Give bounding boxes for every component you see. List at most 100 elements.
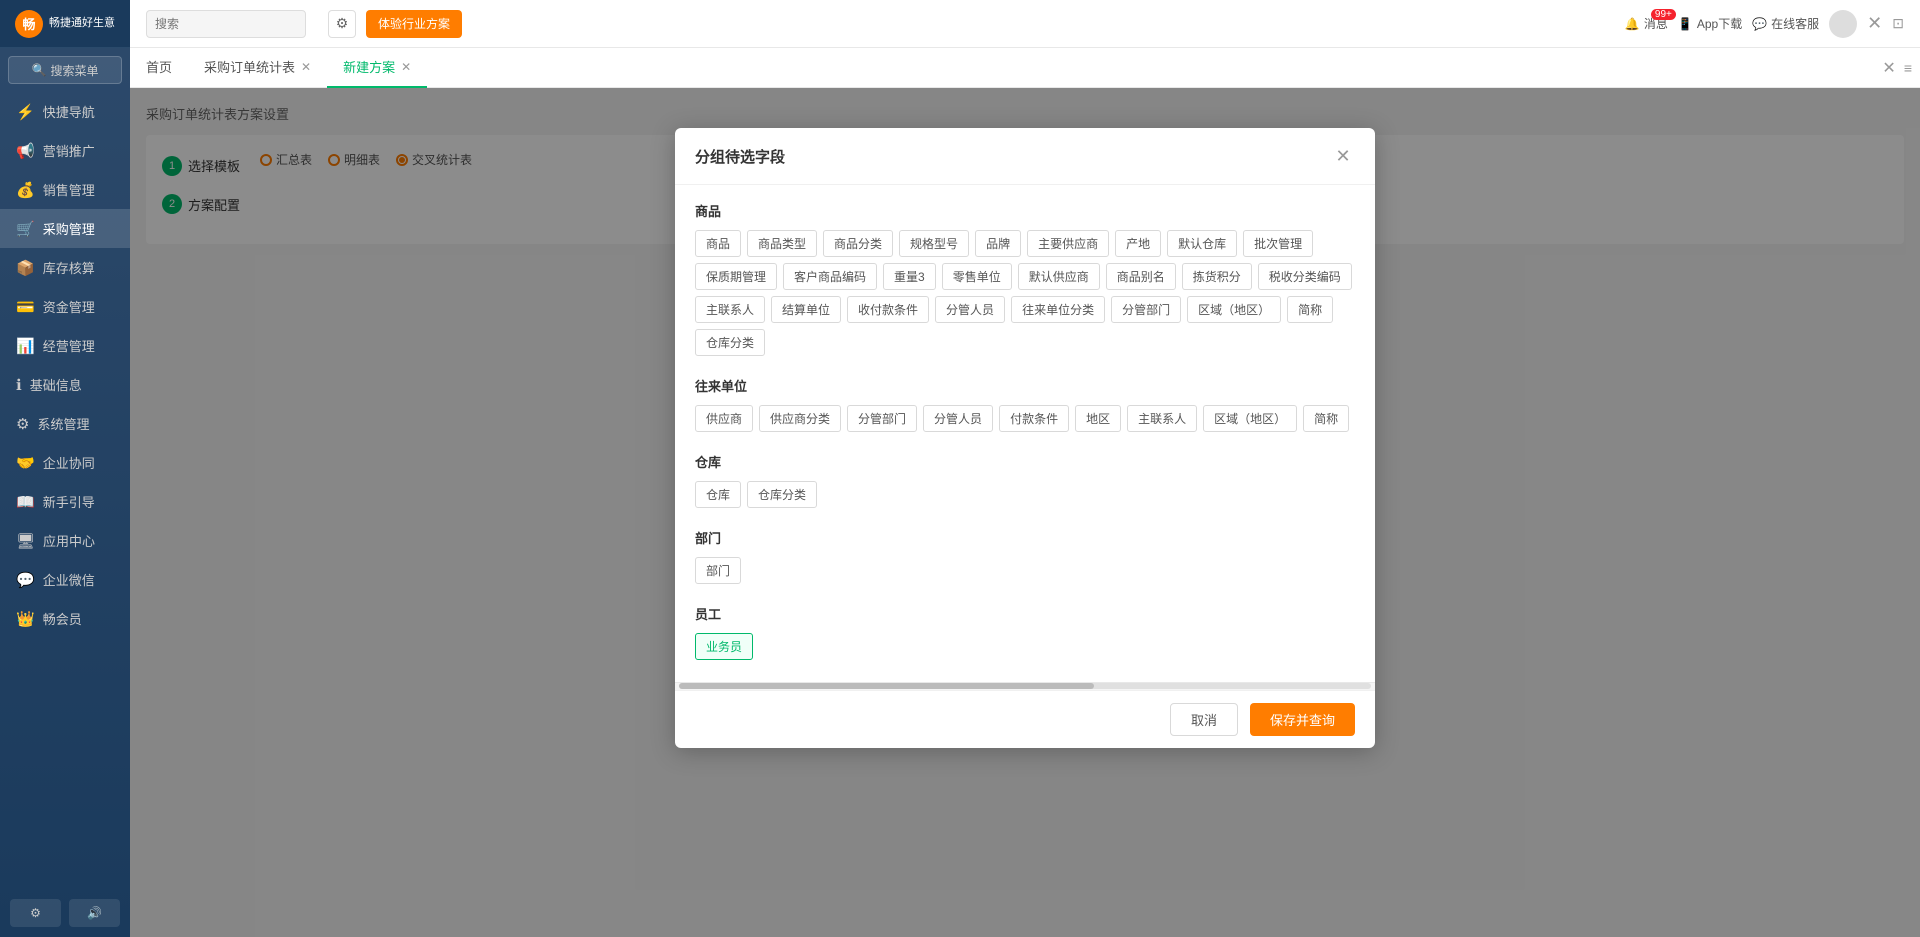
field-tag[interactable]: 供应商分类	[759, 405, 841, 432]
window-close-button[interactable]: ✕	[1867, 13, 1882, 34]
field-tag[interactable]: 主联系人	[695, 296, 765, 323]
sidebar-audio-button[interactable]: 🔊	[69, 899, 120, 927]
section-product: 商品 商品 商品类型 商品分类 规格型号 品牌 主要供应商 产地 默认仓库 批次…	[695, 201, 1355, 356]
wechat-icon: 💬	[16, 571, 35, 589]
field-tag[interactable]: 仓库分类	[747, 481, 817, 508]
tab-purchase-stats-close[interactable]: ✕	[301, 60, 311, 74]
app-center-icon: 🖥	[16, 532, 35, 550]
trial-plan-button[interactable]: 体验行业方案	[366, 10, 462, 38]
field-tag[interactable]: 客户商品编码	[783, 263, 877, 290]
sidebar: 畅 畅捷通好生意 🔍 搜索菜单 ⚡ 快捷导航 📢 营销推广 💰 销售管理 🛒 采…	[0, 0, 130, 937]
field-tag[interactable]: 品牌	[975, 230, 1021, 257]
field-tag[interactable]: 收付款条件	[847, 296, 929, 323]
field-tag[interactable]: 仓库分类	[695, 329, 765, 356]
tab-new-plan[interactable]: 新建方案 ✕	[327, 48, 427, 88]
notification-area[interactable]: 🔔 消息 99+	[1625, 15, 1668, 32]
field-tag[interactable]: 批次管理	[1243, 230, 1313, 257]
section-partner: 往来单位 供应商 供应商分类 分管部门 分管人员 付款条件 地区 主联系人 区域…	[695, 376, 1355, 432]
sidebar-item-guide[interactable]: 📖 新手引导	[0, 482, 130, 521]
sidebar-item-system[interactable]: ⚙ 系统管理	[0, 404, 130, 443]
field-tag[interactable]: 规格型号	[899, 230, 969, 257]
field-tag[interactable]: 重量3	[883, 263, 936, 290]
field-tag[interactable]: 部门	[695, 557, 741, 584]
sidebar-search-label: 搜索菜单	[50, 62, 98, 79]
modal-close-button[interactable]: ✕	[1331, 144, 1355, 168]
field-tag[interactable]: 往来单位分类	[1011, 296, 1105, 323]
online-service-label: 在线客服	[1771, 15, 1819, 32]
app-download-area[interactable]: 📱 App下载	[1678, 15, 1742, 32]
sidebar-item-label: 销售管理	[43, 180, 95, 199]
sidebar-item-marketing[interactable]: 📢 营销推广	[0, 131, 130, 170]
tab-purchase-stats[interactable]: 采购订单统计表 ✕	[188, 48, 327, 88]
sidebar-item-app-center[interactable]: 🖥 应用中心	[0, 521, 130, 560]
sidebar-item-collaboration[interactable]: 🤝 企业协同	[0, 443, 130, 482]
tab-bar: 首页 采购订单统计表 ✕ 新建方案 ✕ ✕ ≡	[130, 48, 1920, 88]
field-tag[interactable]: 默认供应商	[1018, 263, 1100, 290]
field-tag[interactable]: 保质期管理	[695, 263, 777, 290]
gear-icon: ⚙	[336, 15, 349, 32]
sidebar-item-quick-nav[interactable]: ⚡ 快捷导航	[0, 92, 130, 131]
online-service-area[interactable]: 💬 在线客服	[1752, 15, 1819, 32]
sidebar-item-sales[interactable]: 💰 销售管理	[0, 170, 130, 209]
bell-icon: 🔔	[1625, 17, 1640, 31]
sidebar-item-finance[interactable]: 💳 资金管理	[0, 287, 130, 326]
field-tag[interactable]: 区域（地区）	[1187, 296, 1281, 323]
guide-icon: 📖	[16, 493, 35, 511]
top-header: ⚙ 体验行业方案 🔔 消息 99+ 📱 App下载 💬 在线客服 ✕ ⊡	[130, 0, 1920, 48]
scrollbar-track	[679, 683, 1371, 689]
sidebar-item-basic-info[interactable]: ℹ 基础信息	[0, 365, 130, 404]
cancel-button[interactable]: 取消	[1170, 703, 1238, 736]
settings-gear-button[interactable]: ⚙	[328, 10, 356, 38]
tab-menu-button[interactable]: ≡	[1904, 60, 1912, 76]
sidebar-item-inventory[interactable]: 📦 库存核算	[0, 248, 130, 287]
field-tag[interactable]: 简称	[1303, 405, 1349, 432]
sidebar-item-business[interactable]: 📊 经营管理	[0, 326, 130, 365]
field-tag[interactable]: 仓库	[695, 481, 741, 508]
field-tag[interactable]: 税收分类编码	[1258, 263, 1352, 290]
field-tag[interactable]: 默认仓库	[1167, 230, 1237, 257]
field-tag[interactable]: 商品分类	[823, 230, 893, 257]
field-tag[interactable]: 商品	[695, 230, 741, 257]
sidebar-item-purchase[interactable]: 🛒 采购管理	[0, 209, 130, 248]
user-avatar[interactable]	[1829, 10, 1857, 38]
modal-title: 分组待选字段	[695, 146, 785, 167]
purchase-icon: 🛒	[16, 220, 35, 238]
field-tag[interactable]: 主联系人	[1127, 405, 1197, 432]
field-tag[interactable]: 主要供应商	[1027, 230, 1109, 257]
sidebar-item-label: 快捷导航	[43, 102, 95, 121]
field-tag[interactable]: 供应商	[695, 405, 753, 432]
sidebar-item-member[interactable]: 👑 畅会员	[0, 599, 130, 638]
field-tag[interactable]: 区域（地区）	[1203, 405, 1297, 432]
field-tag[interactable]: 分管部门	[1111, 296, 1181, 323]
modal-body[interactable]: 商品 商品 商品类型 商品分类 规格型号 品牌 主要供应商 产地 默认仓库 批次…	[675, 185, 1375, 682]
sidebar-search-button[interactable]: 🔍 搜索菜单	[8, 56, 122, 84]
save-query-button[interactable]: 保存并查询	[1250, 703, 1355, 736]
field-tag[interactable]: 分管人员	[923, 405, 993, 432]
sidebar-item-wechat[interactable]: 💬 企业微信	[0, 560, 130, 599]
field-tag[interactable]: 商品别名	[1106, 263, 1176, 290]
field-tag-selected[interactable]: 业务员	[695, 633, 753, 660]
notification-badge: 99+	[1651, 9, 1676, 20]
modal-overlay: 分组待选字段 ✕ 商品 商品 商品类型 商品分类 规格型号 品牌 主要供应商 产…	[130, 88, 1920, 937]
tab-home[interactable]: 首页	[130, 48, 188, 88]
modal-horizontal-scrollbar[interactable]	[675, 682, 1375, 690]
header-search-input[interactable]	[146, 10, 306, 38]
sidebar-item-label: 营销推广	[43, 141, 95, 160]
section-employee-title: 员工	[695, 604, 1355, 623]
field-tag[interactable]: 付款条件	[999, 405, 1069, 432]
field-tag[interactable]: 产地	[1115, 230, 1161, 257]
sidebar-settings-button[interactable]: ⚙	[10, 899, 61, 927]
tab-new-plan-close[interactable]: ✕	[401, 60, 411, 74]
field-tag[interactable]: 商品类型	[747, 230, 817, 257]
field-tag[interactable]: 简称	[1287, 296, 1333, 323]
sidebar-item-label: 企业微信	[43, 570, 95, 589]
field-tag[interactable]: 地区	[1075, 405, 1121, 432]
field-tag[interactable]: 拣货积分	[1182, 263, 1252, 290]
field-tag[interactable]: 零售单位	[942, 263, 1012, 290]
field-tag[interactable]: 结算单位	[771, 296, 841, 323]
sidebar-item-label: 基础信息	[30, 375, 82, 394]
field-tag[interactable]: 分管部门	[847, 405, 917, 432]
field-tag[interactable]: 分管人员	[935, 296, 1005, 323]
window-expand-button[interactable]: ⊡	[1892, 15, 1904, 32]
tab-close-all-button[interactable]: ✕	[1882, 58, 1895, 78]
